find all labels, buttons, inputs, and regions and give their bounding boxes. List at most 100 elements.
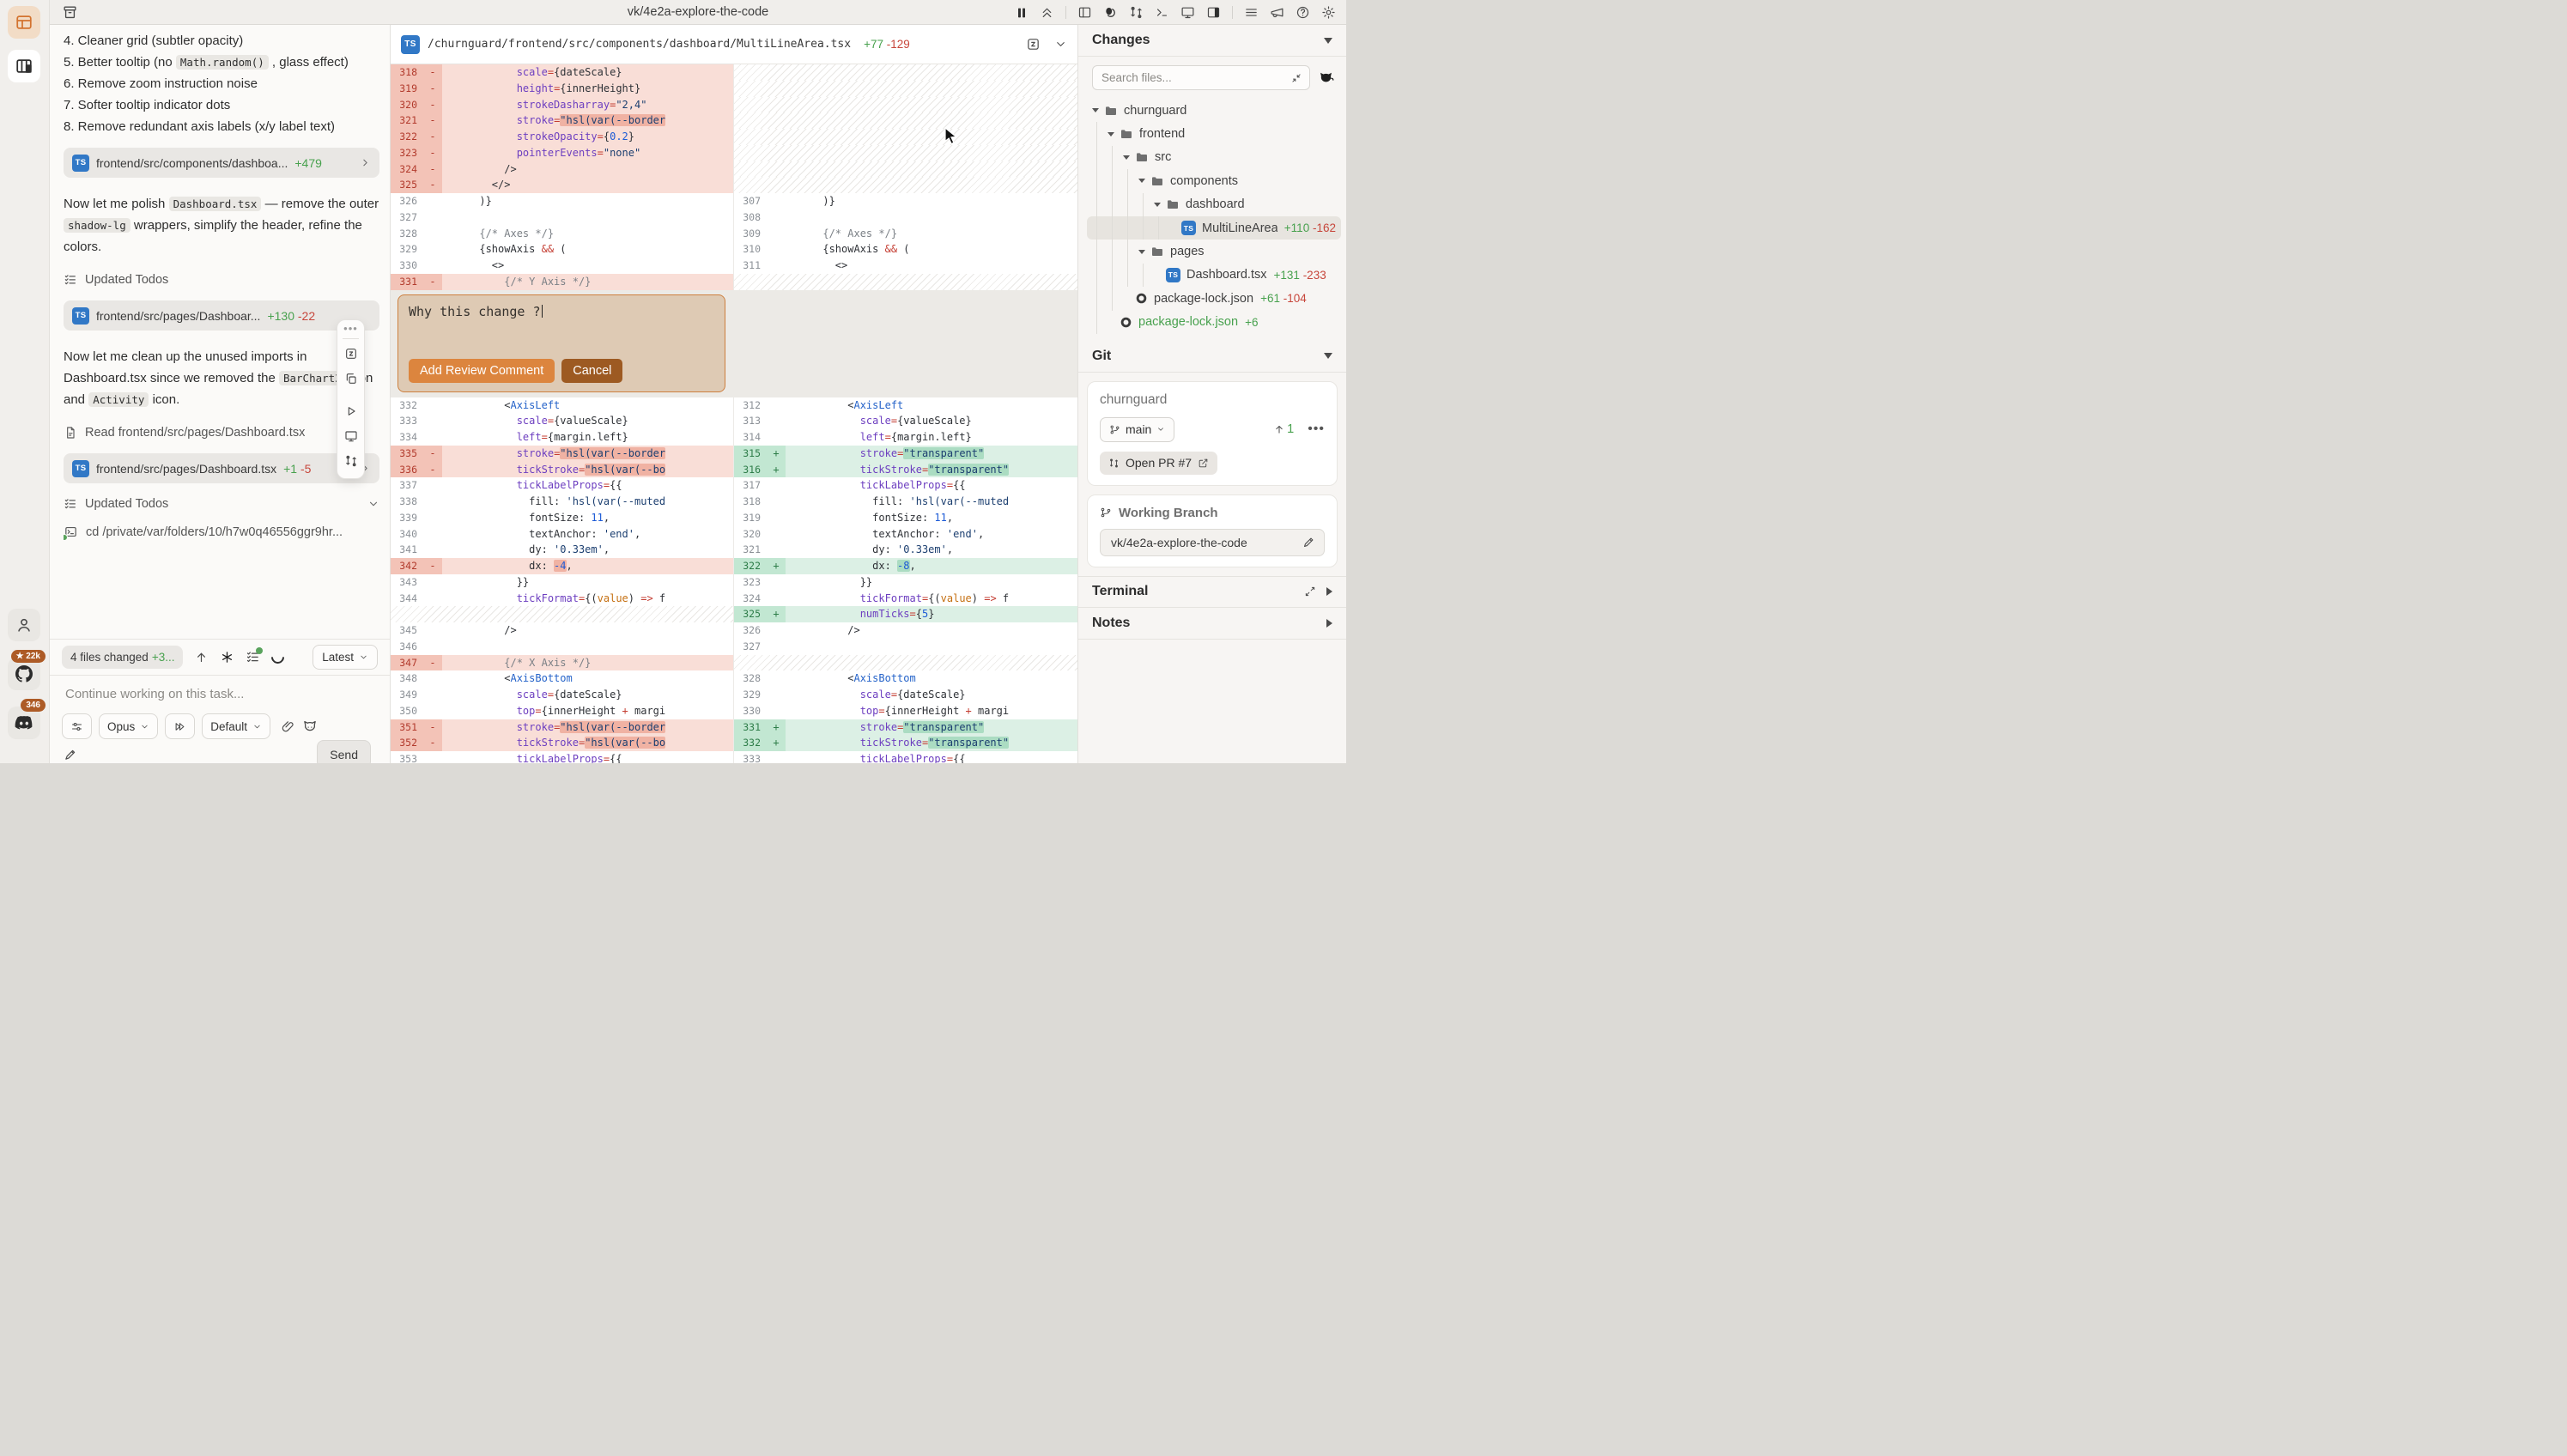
mode-dropdown[interactable]: Default [202, 713, 270, 739]
cancel-comment-button[interactable]: Cancel [561, 359, 622, 383]
copy-icon[interactable] [344, 366, 358, 391]
collapse-file-chevron-icon[interactable] [1054, 38, 1067, 51]
file-change-chip[interactable]: TSfrontend/src/pages/Dashboard.tsx+1 -5 [64, 453, 379, 483]
diff-line-old[interactable]: 352- tickStroke="hsl(var(--bo [391, 735, 734, 751]
diff-line-old[interactable]: 325- </> [391, 177, 734, 193]
attach-paperclip-icon[interactable] [281, 719, 295, 734]
tree-row-frontend[interactable]: frontend [1087, 122, 1341, 145]
tree-row-package-lock-json[interactable]: package-lock.json+61 -104 [1087, 287, 1341, 310]
diff-line-old[interactable]: 342- dx: -4, [391, 558, 734, 574]
diff-line-old[interactable]: 344 tickFormat={(value) => f [391, 591, 734, 607]
diff-line-old[interactable]: 327 [391, 209, 734, 226]
diff-line-old[interactable]: 319- height={innerHeight} [391, 81, 734, 97]
tree-row-dashboard-tsx[interactable]: TSDashboard.tsx+131 -233 [1087, 264, 1341, 287]
draw-pen-icon[interactable] [64, 747, 78, 761]
diff-line-old[interactable]: 332 <AxisLeft [391, 397, 734, 414]
diff-line-new[interactable]: 317 tickLabelProps={{ [734, 477, 1077, 494]
monitor-icon[interactable] [344, 423, 358, 448]
tree-row-components[interactable]: components [1087, 169, 1341, 192]
fast-forward-button[interactable] [165, 713, 195, 739]
github-button[interactable]: ★ 22k [8, 658, 40, 690]
tree-row-src[interactable]: src [1087, 146, 1341, 169]
tree-row-package-lock-json[interactable]: package-lock.json+6 [1087, 311, 1341, 334]
theme-contrast-icon[interactable] [1103, 5, 1118, 20]
diff-line-old[interactable]: 347- {/* X Axis */} [391, 655, 734, 671]
diff-line-old[interactable]: 337 tickLabelProps={{ [391, 477, 734, 494]
diff-line-new[interactable]: 309 {/* Axes */} [734, 226, 1077, 242]
notes-section-header[interactable]: Notes [1078, 608, 1346, 640]
add-review-comment-button[interactable]: Add Review Comment [409, 359, 555, 383]
diff-line-old[interactable]: 340 textAnchor: 'end', [391, 526, 734, 543]
chat-settings-button[interactable] [62, 713, 92, 739]
diff-line-new[interactable]: 327 [734, 639, 1077, 655]
diff-line-old[interactable]: 326 )} [391, 193, 734, 209]
updated-todos-row[interactable]: Updated Todos [64, 273, 379, 287]
diff-line-old[interactable]: 336- tickStroke="hsl(var(--bo [391, 462, 734, 478]
diff-line-new[interactable]: 314 left={margin.left} [734, 429, 1077, 446]
git-compare-icon[interactable] [1129, 5, 1144, 20]
diff-line-new[interactable]: 330 top={innerHeight + margi [734, 703, 1077, 719]
updated-todos-row[interactable]: Updated Todos [64, 497, 379, 511]
diff-line-new[interactable]: 321 dy: '0.33em', [734, 542, 1077, 558]
account-button[interactable] [8, 609, 40, 641]
diff-line-old[interactable]: 318- scale={dateScale} [391, 64, 734, 81]
chat-input[interactable] [64, 686, 376, 702]
diff-line-old[interactable]: 353 tickLabelProps={{ [391, 751, 734, 763]
diff-line-new[interactable]: 324 tickFormat={(value) => f [734, 591, 1077, 607]
terminal-icon[interactable] [1155, 5, 1169, 20]
tree-row-multilinearea-tsx[interactable]: TSMultiLineArea.tsx+110 -162 [1087, 216, 1341, 240]
file-change-chip[interactable]: TSfrontend/src/components/dashboa...+479 [64, 148, 379, 178]
review-comment-box[interactable]: Why this change ? Add Review Comment Can… [397, 294, 725, 392]
git-more-options-icon[interactable]: ••• [1308, 426, 1325, 433]
tree-row-pages[interactable]: pages [1087, 240, 1341, 263]
comment-draft-text[interactable]: Why this change ? [409, 304, 541, 319]
diff-line-old[interactable]: 339 fontSize: 11, [391, 510, 734, 526]
collapse-tree-icon[interactable] [1290, 72, 1302, 84]
diff-line-old[interactable]: 333 scale={valueScale} [391, 413, 734, 429]
spark-icon[interactable] [220, 650, 234, 664]
search-files-input[interactable] [1100, 70, 1290, 85]
diff-line-new[interactable]: 326 /> [734, 622, 1077, 639]
diff-line-old[interactable]: 345 /> [391, 622, 734, 639]
diff-line-new[interactable]: 316+ tickStroke="transparent" [734, 462, 1077, 478]
commits-ahead-indicator[interactable]: 1 [1273, 422, 1294, 436]
diff-line-old[interactable]: 350 top={innerHeight + margi [391, 703, 734, 719]
discord-button[interactable]: 346 [8, 707, 40, 739]
todo-list-icon[interactable] [246, 650, 260, 664]
diff-line-new[interactable]: 325+ numTicks={5} [734, 606, 1077, 622]
latest-dropdown[interactable]: Latest [313, 645, 378, 670]
read-file-row[interactable]: Read frontend/src/pages/Dashboard.tsx [64, 426, 379, 440]
cat-icon[interactable] [1318, 70, 1334, 86]
diff-line-new[interactable]: 313 scale={valueScale} [734, 413, 1077, 429]
diff-line-old[interactable]: 335- stroke="hsl(var(--border [391, 446, 734, 462]
diff-line-old[interactable]: 351- stroke="hsl(var(--border [391, 719, 734, 736]
diff-line-new[interactable]: 318 fill: 'hsl(var(--muted [734, 494, 1077, 510]
diff-line-old[interactable]: 321- stroke="hsl(var(--border [391, 112, 734, 129]
diff-line-new[interactable]: 320 textAnchor: 'end', [734, 526, 1077, 543]
diff-line-old[interactable]: 331- {/* Y Axis */} [391, 274, 734, 290]
chevrons-up-icon[interactable] [1040, 5, 1054, 20]
tree-row-dashboard[interactable]: dashboard [1087, 193, 1341, 216]
files-changed-chip[interactable]: 4 files changed +3... [62, 646, 183, 669]
tree-row-churnguard[interactable]: churnguard [1087, 99, 1341, 122]
play-icon[interactable] [344, 398, 358, 423]
pause-icon[interactable] [1015, 6, 1029, 20]
diff-line-new[interactable]: 307 )} [734, 193, 1077, 209]
edit-diff-icon[interactable] [344, 341, 358, 366]
open-pr-button[interactable]: Open PR #7 [1100, 452, 1217, 475]
expand-terminal-icon[interactable] [1304, 585, 1316, 598]
search-files-box[interactable] [1092, 65, 1310, 90]
more-options-icon[interactable]: ••• [343, 325, 358, 333]
diff-line-new[interactable]: 311 <> [734, 258, 1077, 274]
diff-line-new[interactable]: 319 fontSize: 11, [734, 510, 1077, 526]
git-compare-icon[interactable] [344, 448, 358, 473]
diff-line-new[interactable]: 332+ tickStroke="transparent" [734, 735, 1077, 751]
diff-line-new[interactable]: 312 <AxisLeft [734, 397, 1077, 414]
diff-line-old[interactable]: 349 scale={dateScale} [391, 687, 734, 703]
help-icon[interactable] [1296, 5, 1310, 20]
diff-line-new[interactable]: 329 scale={dateScale} [734, 687, 1077, 703]
megaphone-icon[interactable] [1270, 5, 1284, 20]
diff-line-new[interactable]: 315+ stroke="transparent" [734, 446, 1077, 462]
menu-icon[interactable] [1244, 5, 1259, 20]
git-section-header[interactable]: Git [1078, 341, 1346, 373]
